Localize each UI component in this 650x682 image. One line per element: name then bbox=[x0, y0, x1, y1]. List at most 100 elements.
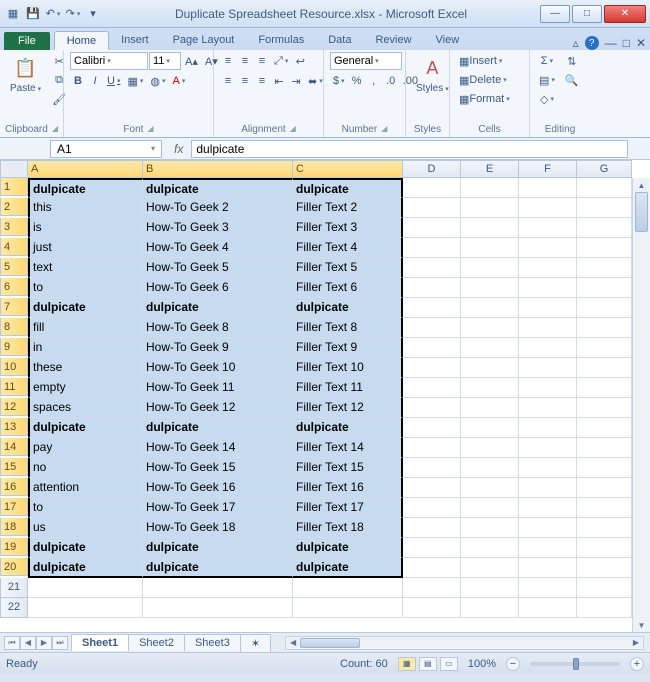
align-middle-icon[interactable]: ≡ bbox=[237, 52, 253, 70]
cell[interactable]: Filler Text 8 bbox=[293, 318, 403, 338]
cell[interactable] bbox=[577, 578, 632, 598]
cell[interactable]: no bbox=[28, 458, 143, 478]
cell[interactable]: How-To Geek 16 bbox=[143, 478, 293, 498]
select-all-corner[interactable] bbox=[0, 160, 28, 178]
cell[interactable] bbox=[403, 278, 461, 298]
cell[interactable]: attention bbox=[28, 478, 143, 498]
orientation-icon[interactable]: ⤢ bbox=[271, 52, 291, 70]
cell[interactable] bbox=[461, 298, 519, 318]
cell[interactable] bbox=[461, 478, 519, 498]
sort-filter-icon[interactable]: ⇅ bbox=[562, 52, 582, 70]
file-tab[interactable]: File bbox=[4, 32, 50, 50]
row-header[interactable]: 16 bbox=[0, 478, 28, 496]
cell[interactable] bbox=[403, 578, 461, 598]
cell[interactable] bbox=[519, 218, 577, 238]
increase-indent-icon[interactable]: ⇥ bbox=[288, 72, 304, 90]
cell[interactable] bbox=[461, 258, 519, 278]
cell[interactable] bbox=[461, 538, 519, 558]
cell[interactable]: Filler Text 14 bbox=[293, 438, 403, 458]
cell[interactable] bbox=[461, 358, 519, 378]
cell[interactable]: How-To Geek 4 bbox=[143, 238, 293, 258]
zoom-out-button[interactable]: − bbox=[506, 657, 520, 671]
align-center-icon[interactable]: ≡ bbox=[237, 72, 253, 90]
cell[interactable] bbox=[577, 378, 632, 398]
cell[interactable]: Filler Text 12 bbox=[293, 398, 403, 418]
window-close-icon[interactable]: ✕ bbox=[636, 36, 646, 50]
row-header[interactable]: 19 bbox=[0, 538, 28, 556]
row-header[interactable]: 1 bbox=[0, 178, 28, 196]
decrease-indent-icon[interactable]: ⇤ bbox=[271, 72, 287, 90]
cell[interactable]: Filler Text 15 bbox=[293, 458, 403, 478]
zoom-slider[interactable] bbox=[530, 662, 620, 666]
cell[interactable] bbox=[461, 518, 519, 538]
row-header[interactable]: 3 bbox=[0, 218, 28, 236]
normal-view-icon[interactable]: ▦ bbox=[398, 657, 416, 671]
cell[interactable]: Filler Text 10 bbox=[293, 358, 403, 378]
tab-formulas[interactable]: Formulas bbox=[246, 31, 316, 50]
cell[interactable] bbox=[577, 598, 632, 618]
tab-page-layout[interactable]: Page Layout bbox=[161, 31, 247, 50]
column-header[interactable]: E bbox=[461, 160, 519, 178]
format-button[interactable]: ▦ Format bbox=[456, 90, 513, 108]
cell[interactable] bbox=[577, 218, 632, 238]
cell[interactable]: dulpicate bbox=[293, 558, 403, 578]
font-size-select[interactable]: 11 bbox=[149, 52, 181, 70]
cell[interactable] bbox=[403, 218, 461, 238]
formula-input[interactable]: dulpicate bbox=[191, 140, 628, 158]
cell[interactable]: dulpicate bbox=[293, 298, 403, 318]
cell[interactable]: empty bbox=[28, 378, 143, 398]
cell[interactable]: dulpicate bbox=[293, 418, 403, 438]
scroll-right-icon[interactable]: ▶ bbox=[629, 637, 643, 649]
cell[interactable] bbox=[293, 598, 403, 618]
merge-icon[interactable]: ⬌ bbox=[305, 72, 326, 90]
tab-review[interactable]: Review bbox=[363, 31, 423, 50]
cell[interactable] bbox=[461, 558, 519, 578]
border-icon[interactable]: ▦ bbox=[124, 72, 146, 90]
cell[interactable] bbox=[577, 518, 632, 538]
bold-button[interactable]: B bbox=[70, 72, 86, 90]
scroll-thumb[interactable] bbox=[635, 192, 648, 232]
cell[interactable] bbox=[519, 378, 577, 398]
cell[interactable]: to bbox=[28, 498, 143, 518]
cell[interactable] bbox=[461, 598, 519, 618]
underline-button[interactable]: U bbox=[104, 72, 123, 90]
tab-home[interactable]: Home bbox=[54, 31, 109, 50]
cell[interactable]: fill bbox=[28, 318, 143, 338]
cell[interactable]: How-To Geek 3 bbox=[143, 218, 293, 238]
cell[interactable]: dulpicate bbox=[28, 298, 143, 318]
sheet-tab[interactable]: Sheet2 bbox=[128, 634, 185, 651]
page-break-view-icon[interactable]: ▭ bbox=[440, 657, 458, 671]
cell[interactable] bbox=[461, 438, 519, 458]
cell[interactable] bbox=[577, 538, 632, 558]
page-layout-view-icon[interactable]: ▤ bbox=[419, 657, 437, 671]
cell[interactable] bbox=[577, 358, 632, 378]
row-header[interactable]: 21 bbox=[0, 578, 28, 598]
row-header[interactable]: 10 bbox=[0, 358, 28, 376]
cell[interactable] bbox=[577, 298, 632, 318]
cell[interactable] bbox=[519, 538, 577, 558]
cell[interactable] bbox=[403, 498, 461, 518]
cell[interactable] bbox=[403, 538, 461, 558]
cell[interactable] bbox=[577, 398, 632, 418]
cell[interactable]: How-To Geek 18 bbox=[143, 518, 293, 538]
cell[interactable]: Filler Text 3 bbox=[293, 218, 403, 238]
cell[interactable] bbox=[403, 558, 461, 578]
row-header[interactable]: 13 bbox=[0, 418, 28, 436]
new-sheet-button[interactable]: ✶ bbox=[240, 634, 271, 652]
cell[interactable] bbox=[577, 418, 632, 438]
align-top-icon[interactable]: ≡ bbox=[220, 52, 236, 70]
cell[interactable] bbox=[461, 318, 519, 338]
insert-button[interactable]: ▦ Insert bbox=[456, 52, 505, 70]
cell[interactable]: dulpicate bbox=[143, 298, 293, 318]
increase-font-icon[interactable]: A▴ bbox=[182, 52, 201, 70]
cell[interactable] bbox=[28, 578, 143, 598]
row-header[interactable]: 9 bbox=[0, 338, 28, 356]
cell[interactable] bbox=[403, 418, 461, 438]
row-header[interactable]: 7 bbox=[0, 298, 28, 316]
cell[interactable] bbox=[519, 578, 577, 598]
save-icon[interactable]: 💾 bbox=[24, 5, 42, 23]
tab-view[interactable]: View bbox=[424, 31, 472, 50]
sheet-tab[interactable]: Sheet3 bbox=[184, 634, 241, 651]
cell[interactable]: dulpicate bbox=[293, 178, 403, 198]
cell[interactable]: to bbox=[28, 278, 143, 298]
